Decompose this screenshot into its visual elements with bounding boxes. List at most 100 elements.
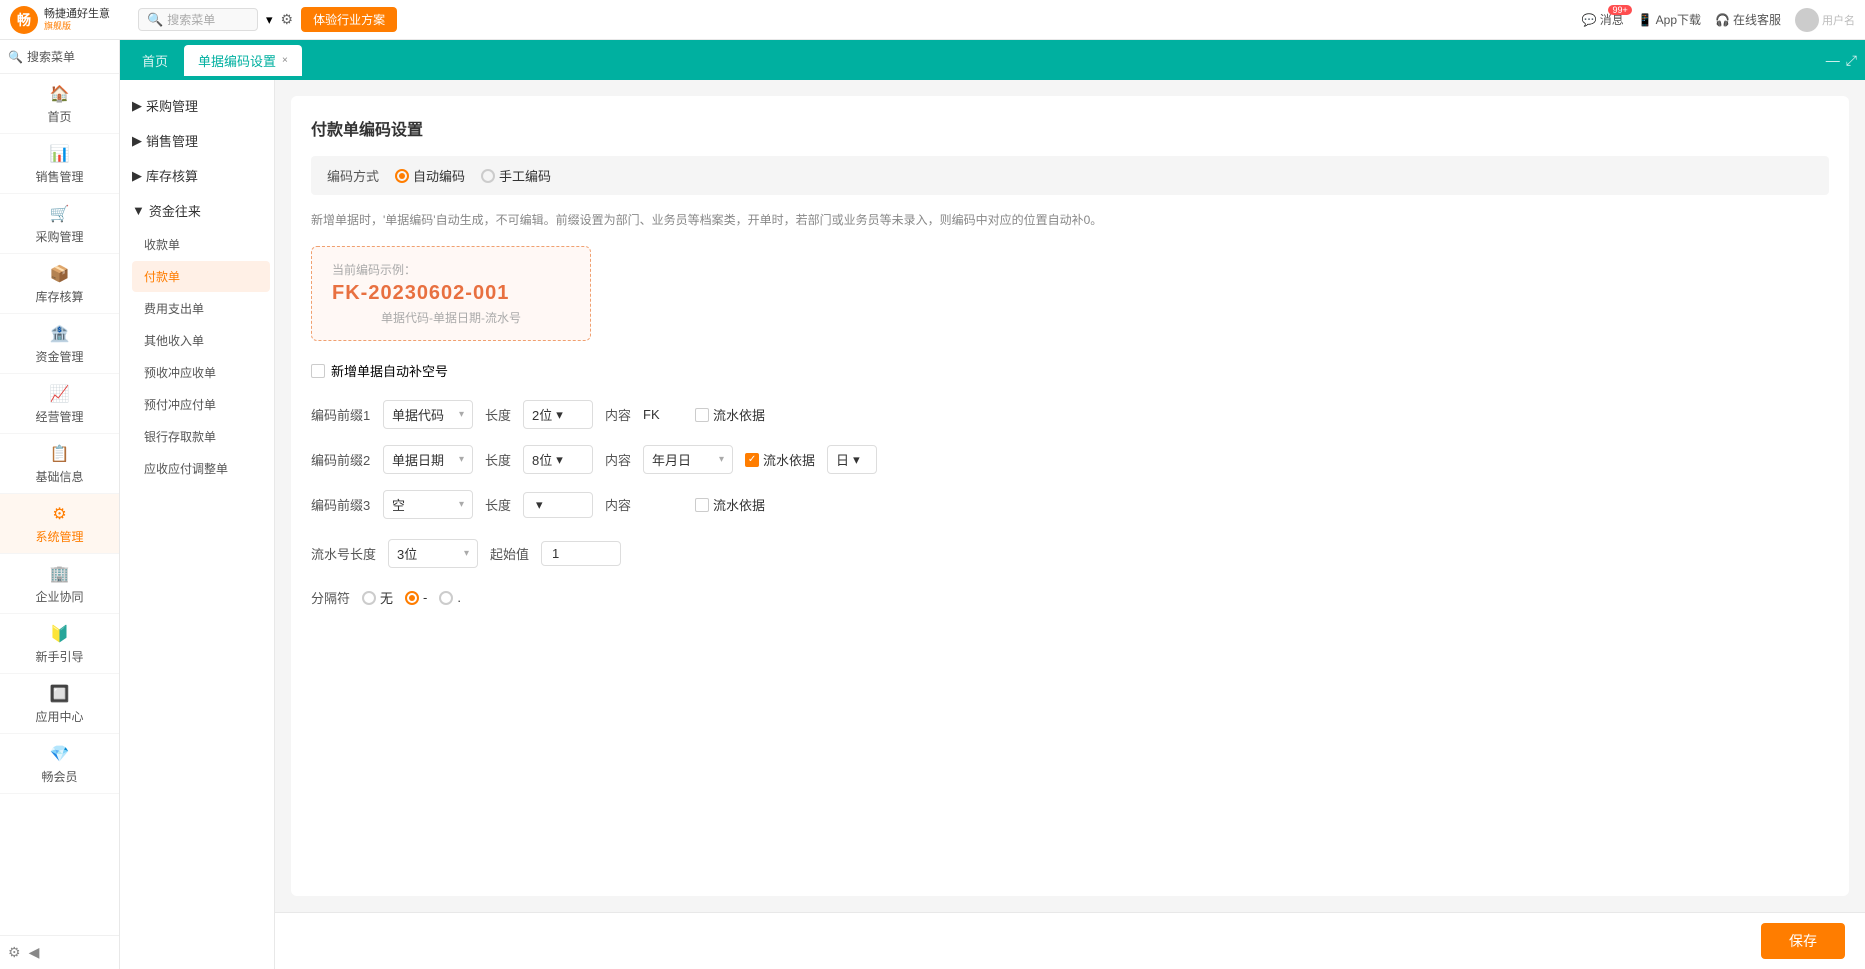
prefix2-content-label: 内容	[605, 450, 631, 469]
chevron-down-icon-len1: ▾	[556, 407, 563, 423]
separator-dot-radio[interactable]: .	[439, 590, 461, 605]
save-button[interactable]: 保存	[1761, 923, 1845, 959]
newguide-icon: 🔰	[50, 624, 70, 644]
auto-code-radio-circle	[395, 169, 409, 183]
serial-length-label: 流水号长度	[311, 544, 376, 563]
prefix3-serial-checkbox[interactable]	[695, 498, 709, 512]
prefix3-select[interactable]: 空 ▾	[383, 490, 473, 519]
chevron-down-icon-serial: ▾	[464, 548, 469, 559]
tab-bar-right: — ⤢	[1826, 52, 1857, 69]
code-example-sub: 单据代码-单据日期-流水号	[332, 309, 570, 326]
auto-fill-checkbox[interactable]	[311, 364, 325, 378]
sidebar-item-operation[interactable]: 📈 经营管理	[0, 374, 119, 434]
top-header: 畅 畅捷通好生意 旗舰版 🔍 搜索菜单 ▾ ⚙ 体验行业方案 💬 消息 99+ …	[0, 0, 1865, 40]
sub-item-receipt[interactable]: 收款单	[132, 229, 270, 260]
collapse-icon[interactable]: ◀	[29, 944, 40, 961]
tab-close-icon[interactable]: ×	[282, 55, 288, 66]
sub-group-purchase-header[interactable]: ▶ 采购管理	[120, 88, 274, 123]
app-download-button[interactable]: 📱 App下载	[1638, 11, 1701, 28]
prefix1-length-select[interactable]: 2位 ▾	[523, 400, 593, 429]
sidebar-item-inventory[interactable]: 📦 库存核算	[0, 254, 119, 314]
manual-code-radio-circle	[481, 169, 495, 183]
minimize-icon[interactable]: —	[1826, 52, 1840, 68]
message-button[interactable]: 💬 消息 99+	[1582, 11, 1624, 28]
member-icon: 💎	[50, 744, 70, 764]
prefix1-serial-checkbox[interactable]	[695, 408, 709, 422]
separator-none-radio[interactable]: 无	[362, 588, 393, 607]
gear-icon[interactable]: ⚙	[281, 11, 294, 28]
settings-bottom-icon[interactable]: ⚙	[8, 944, 21, 961]
sidebar-item-member[interactable]: 💎 畅会员	[0, 734, 119, 794]
sidebar-item-home[interactable]: 🏠 首页	[0, 74, 119, 134]
sub-item-expense[interactable]: 费用支出单	[132, 293, 270, 324]
online-service-button[interactable]: 🎧 在线客服	[1715, 11, 1781, 28]
maximize-icon[interactable]: ⤢	[1846, 52, 1857, 69]
header-mid: 🔍 搜索菜单 ▾ ⚙ 体验行业方案	[138, 7, 1574, 32]
start-value-input[interactable]: 1	[541, 541, 621, 566]
prefix1-label: 编码前缀1	[311, 405, 371, 424]
prefix2-length-select[interactable]: 8位 ▾	[523, 445, 593, 474]
serial-row: 流水号长度 3位 ▾ 起始值 1	[311, 539, 1829, 568]
inventory-icon: 📦	[50, 264, 70, 284]
sub-item-payment[interactable]: 付款单	[132, 261, 270, 292]
message-badge: 99+	[1608, 5, 1631, 15]
sub-item-bank-deposit[interactable]: 银行存取款单	[132, 421, 270, 452]
sidebar-item-appcenter[interactable]: 🔲 应用中心	[0, 674, 119, 734]
sub-group-sales-header[interactable]: ▶ 销售管理	[120, 123, 274, 158]
header-search-box[interactable]: 🔍 搜索菜单	[138, 8, 258, 31]
avatar	[1795, 8, 1819, 32]
chevron-down-icon: ▾	[459, 409, 464, 420]
sub-item-advance-receipt[interactable]: 预收冲应收单	[132, 357, 270, 388]
coding-method-radio-group: 自动编码 手工编码	[395, 166, 551, 185]
sidebar-item-newguide[interactable]: 🔰 新手引导	[0, 614, 119, 674]
separator-dash-radio[interactable]: -	[405, 590, 427, 605]
user-menu[interactable]: 用户名	[1795, 8, 1855, 32]
sidebar-item-basic[interactable]: 📋 基础信息	[0, 434, 119, 494]
tab-home[interactable]: 首页	[128, 45, 182, 76]
header-dropdown[interactable]: ▾	[266, 12, 273, 28]
finance-icon: 🏦	[50, 324, 70, 344]
sidebar-item-purchase[interactable]: 🛒 采购管理	[0, 194, 119, 254]
logo-icon: 畅	[10, 6, 38, 34]
prefix2-content-select[interactable]: 年月日 ▾	[643, 445, 733, 474]
sub-item-advance-payment[interactable]: 预付冲应付单	[132, 389, 270, 420]
sub-group-inventory: ▶ 库存核算	[120, 158, 274, 193]
tab-bill-code[interactable]: 单据编码设置 ×	[184, 45, 302, 76]
manual-code-radio[interactable]: 手工编码	[481, 166, 551, 185]
sidebar-bottom: ⚙ ◀	[0, 935, 119, 969]
content-panel: 付款单编码设置 编码方式 自动编码 手工编码	[291, 96, 1849, 896]
sidebar-search[interactable]: 🔍 搜索菜单	[0, 40, 119, 74]
prefix2-serial-checkbox[interactable]: ✓	[745, 453, 759, 467]
chevron-right-icon-inv: ▶	[132, 168, 142, 184]
prefix3-length-select[interactable]: ▾	[523, 492, 593, 518]
auto-fill-row: 新增单据自动补空号	[311, 361, 1829, 380]
prefix3-content-label: 内容	[605, 495, 631, 514]
auto-code-radio[interactable]: 自动编码	[395, 166, 465, 185]
code-example-value: FK-20230602-001	[332, 282, 570, 305]
serial-length-select[interactable]: 3位 ▾	[388, 539, 478, 568]
tab-bar: 首页 单据编码设置 × — ⤢	[120, 40, 1865, 80]
right-side: 首页 单据编码设置 × — ⤢ ▶ 采购管理	[120, 40, 1865, 969]
prefix2-select[interactable]: 单据日期 ▾	[383, 445, 473, 474]
form-rows: 编码前缀1 单据代码 ▾ 长度 2位 ▾ 内容 FK	[311, 400, 1829, 607]
prefix1-select[interactable]: 单据代码 ▾	[383, 400, 473, 429]
home-icon: 🏠	[50, 84, 70, 104]
sidebar-item-enterprise[interactable]: 🏢 企业协同	[0, 554, 119, 614]
header-right: 💬 消息 99+ 📱 App下载 🎧 在线客服 用户名	[1582, 8, 1855, 32]
sidebar: 🔍 搜索菜单 🏠 首页 📊 销售管理 🛒 采购管理 📦 库存核算 🏦 资金管理 …	[0, 40, 120, 969]
sub-group-capital-header[interactable]: ▼ 资金往来	[120, 193, 274, 228]
sub-item-other-income[interactable]: 其他收入单	[132, 325, 270, 356]
search-icon: 🔍	[147, 12, 163, 28]
sidebar-item-system[interactable]: ⚙ 系统管理	[0, 494, 119, 554]
sub-group-inventory-header[interactable]: ▶ 库存核算	[120, 158, 274, 193]
trial-button[interactable]: 体验行业方案	[301, 7, 397, 32]
main-content: 付款单编码设置 编码方式 自动编码 手工编码	[275, 80, 1865, 969]
separator-dot-circle	[439, 591, 453, 605]
prefix2-serial-period-select[interactable]: 日 ▾	[827, 445, 877, 474]
sub-item-ar-ap[interactable]: 应收应付调整单	[132, 453, 270, 484]
appcenter-icon: 🔲	[50, 684, 70, 704]
sidebar-item-sales[interactable]: 📊 销售管理	[0, 134, 119, 194]
sidebar-item-finance[interactable]: 🏦 资金管理	[0, 314, 119, 374]
main-layout: 🔍 搜索菜单 🏠 首页 📊 销售管理 🛒 采购管理 📦 库存核算 🏦 资金管理 …	[0, 40, 1865, 969]
page-title: 付款单编码设置	[311, 116, 1829, 140]
